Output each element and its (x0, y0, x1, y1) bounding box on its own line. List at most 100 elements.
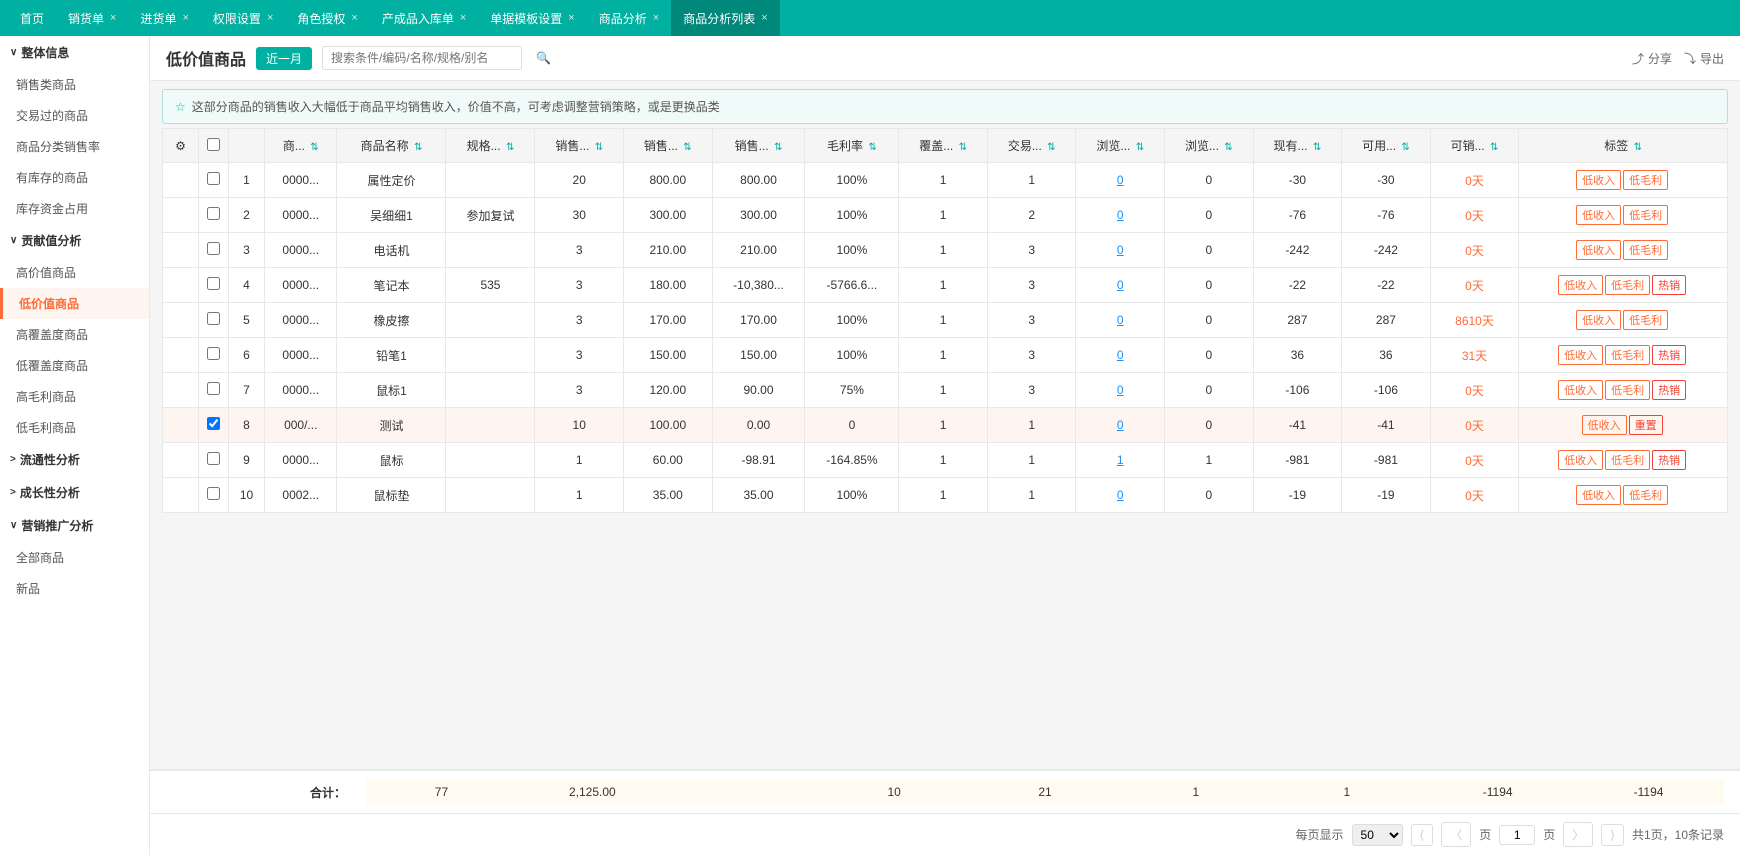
first-page-button[interactable]: ⟨ (1411, 824, 1434, 846)
col-sales-qty: 销售... ⇅ (535, 129, 624, 163)
row-checkbox[interactable] (207, 172, 220, 185)
row-checkbox[interactable] (207, 417, 220, 430)
cell-checkbox[interactable] (199, 233, 229, 268)
cell-num: 10 (229, 478, 265, 513)
cell-checkbox[interactable] (199, 268, 229, 303)
sidebar-item-new-goods[interactable]: 新品 (0, 573, 149, 604)
sidebar-item-stock-capital[interactable]: 库存资金占用 (0, 193, 149, 224)
close-template-tab[interactable]: × (568, 12, 574, 24)
nav-tab-home[interactable]: 首页 (8, 0, 56, 36)
close-goods-tab[interactable]: × (653, 12, 659, 24)
nav-tab-goods-analysis[interactable]: 商品分析 × (587, 0, 671, 36)
select-all-checkbox[interactable] (207, 138, 220, 151)
col-sales-price: 销售... ⇅ (624, 129, 713, 163)
sidebar-item-low-value[interactable]: 低价值商品 (0, 288, 149, 319)
cell-checkbox[interactable] (199, 303, 229, 338)
sidebar-item-all-goods[interactable]: 全部商品 (0, 542, 149, 573)
collapse-arrow-overall: ∨ (10, 47, 17, 58)
cell-checkbox[interactable] (199, 338, 229, 373)
table-wrapper[interactable]: ⚙ 商... ⇅ 商品名称 ⇅ 规格... ⇅ 销售... ⇅ 销售... ⇅ … (162, 128, 1728, 769)
table-row: 10 0002... 鼠标垫 1 35.00 35.00 100% 1 1 0 … (163, 478, 1728, 513)
date-filter-button[interactable]: 近一月 (256, 47, 312, 70)
row-checkbox[interactable] (207, 242, 220, 255)
cell-settings (163, 198, 199, 233)
views-link[interactable]: 0 (1117, 488, 1124, 502)
sidebar-group-overall[interactable]: ∨ 整体信息 (0, 36, 149, 69)
cell-checkbox[interactable] (199, 443, 229, 478)
row-checkbox[interactable] (207, 452, 220, 465)
cell-checkbox[interactable] (199, 373, 229, 408)
cell-sales-amount: -10,380... (712, 268, 805, 303)
sidebar-group-flow[interactable]: > 流通性分析 (0, 443, 149, 476)
col-gross-margin: 毛利率 ⇅ (805, 129, 899, 163)
sidebar-item-low-coverage[interactable]: 低覆盖度商品 (0, 350, 149, 381)
sidebar-item-sales-goods[interactable]: 销售类商品 (0, 69, 149, 100)
cell-transactions: 1 (987, 443, 1076, 478)
cell-tags: 低收入低毛利热销 (1519, 443, 1728, 478)
cell-sales-qty: 1 (535, 443, 624, 478)
row-checkbox[interactable] (207, 382, 220, 395)
close-sales-tab[interactable]: × (110, 12, 116, 24)
nav-tab-roles[interactable]: 角色授权 × (285, 0, 369, 36)
cell-code: 0000... (265, 233, 337, 268)
col-settings[interactable]: ⚙ (163, 129, 199, 163)
export-button[interactable]: ⤵ 导出 (1684, 50, 1724, 67)
prev-page-button[interactable]: 〈 (1441, 822, 1471, 847)
views-link[interactable]: 0 (1117, 173, 1124, 187)
views-link[interactable]: 0 (1117, 313, 1124, 327)
nav-tab-inbound[interactable]: 产成品入库单 × (370, 0, 478, 36)
cell-views2: 0 (1165, 478, 1254, 513)
sidebar-item-traded-goods[interactable]: 交易过的商品 (0, 100, 149, 131)
page-size-select[interactable]: 50 100 200 (1352, 824, 1403, 846)
close-purchase-tab[interactable]: × (182, 12, 188, 24)
last-page-button[interactable]: ⟩ (1601, 824, 1624, 846)
views-link[interactable]: 0 (1117, 278, 1124, 292)
views-link[interactable]: 0 (1117, 208, 1124, 222)
col-checkbox[interactable] (199, 129, 229, 163)
nav-tab-template[interactable]: 单据模板设置 × (478, 0, 586, 36)
sidebar-item-high-margin[interactable]: 高毛利商品 (0, 381, 149, 412)
sidebar-item-low-margin[interactable]: 低毛利商品 (0, 412, 149, 443)
col-coverage: 覆盖... ⇅ (899, 129, 988, 163)
cell-available: -30 (1342, 163, 1431, 198)
share-button[interactable]: ⤴ 分享 (1632, 50, 1672, 67)
nav-tab-sales[interactable]: 销货单 × (56, 0, 128, 36)
views-link[interactable]: 0 (1117, 383, 1124, 397)
cell-transactions: 1 (987, 478, 1076, 513)
views-link[interactable]: 0 (1117, 418, 1124, 432)
close-permissions-tab[interactable]: × (267, 12, 273, 24)
nav-tab-goods-list[interactable]: 商品分析列表 × (671, 0, 779, 36)
row-checkbox[interactable] (207, 487, 220, 500)
row-checkbox[interactable] (207, 207, 220, 220)
close-roles-tab[interactable]: × (351, 12, 357, 24)
sidebar-item-high-coverage[interactable]: 高覆盖度商品 (0, 319, 149, 350)
search-icon[interactable]: 🔍 (536, 51, 551, 65)
collapse-arrow-marketing: ∨ (10, 520, 17, 531)
sidebar-group-marketing[interactable]: ∨ 营销推广分析 (0, 509, 149, 542)
page-number-input[interactable] (1499, 825, 1535, 845)
sidebar-item-high-value[interactable]: 高价值商品 (0, 257, 149, 288)
cell-spec (446, 408, 535, 443)
close-goods-list-tab[interactable]: × (761, 12, 767, 24)
cell-checkbox[interactable] (199, 163, 229, 198)
nav-tab-permissions[interactable]: 权限设置 × (201, 0, 285, 36)
views-link[interactable]: 0 (1117, 243, 1124, 257)
cell-checkbox[interactable] (199, 198, 229, 233)
sidebar-item-stock-goods[interactable]: 有库存的商品 (0, 162, 149, 193)
views-link[interactable]: 1 (1117, 453, 1124, 467)
cell-checkbox[interactable] (199, 408, 229, 443)
sidebar-item-category-rate[interactable]: 商品分类销售率 (0, 131, 149, 162)
cell-checkbox[interactable] (199, 478, 229, 513)
close-inbound-tab[interactable]: × (460, 12, 466, 24)
row-checkbox[interactable] (207, 347, 220, 360)
search-input[interactable] (322, 46, 522, 70)
sidebar-group-contribution[interactable]: ∨ 贡献值分析 (0, 224, 149, 257)
tag: 低收入 (1576, 170, 1621, 190)
next-page-button[interactable]: 〉 (1563, 822, 1593, 847)
row-checkbox[interactable] (207, 312, 220, 325)
views-link[interactable]: 0 (1117, 348, 1124, 362)
nav-tab-purchase[interactable]: 进货单 × (128, 0, 200, 36)
cell-stock: -41 (1253, 408, 1342, 443)
sidebar-group-growth[interactable]: > 成长性分析 (0, 476, 149, 509)
row-checkbox[interactable] (207, 277, 220, 290)
